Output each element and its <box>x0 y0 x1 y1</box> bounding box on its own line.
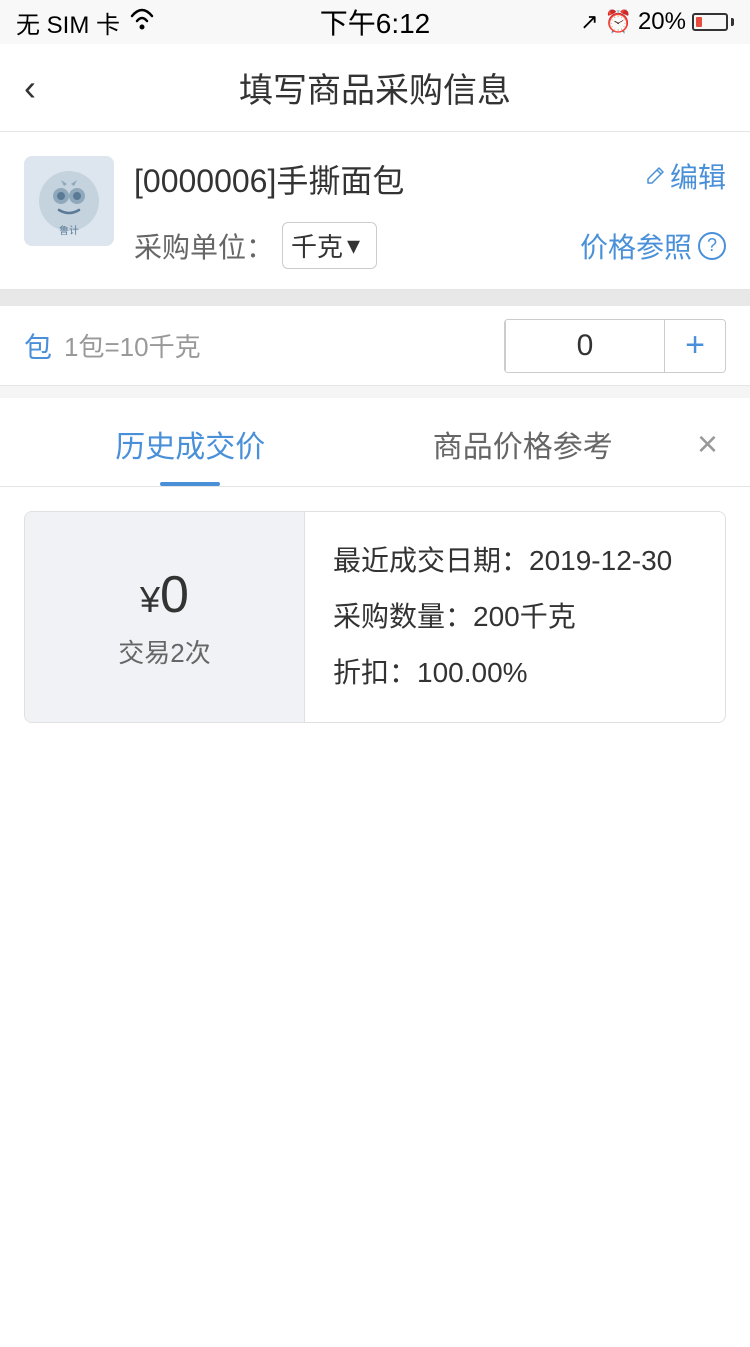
alarm-icon: ⏰ <box>605 9 632 35</box>
discount-label: 折扣： <box>333 657 417 688</box>
purchase-qty-value: 200千克 <box>473 601 576 632</box>
price-display: ¥0 <box>140 565 189 625</box>
product-info: [0000006]手撕面包 编辑 采购单位： 千克 ▾ 价格参照 ? <box>134 156 726 269</box>
tab-active-indicator <box>160 482 220 486</box>
tabs-section: 历史成交价 商品价格参考 × ¥0 交易2次 最近成交日期：2019-12-30… <box>0 398 750 747</box>
price-value: 0 <box>160 566 189 624</box>
unit-char: 包 <box>24 326 52 366</box>
chevron-down-icon: ▾ <box>347 230 360 261</box>
trade-count: 交易2次 <box>118 633 210 670</box>
status-right: ↗ ⏰ 20% <box>580 8 734 36</box>
quantity-control: + <box>504 319 726 373</box>
unit-select[interactable]: 千克 ▾ <box>282 222 377 269</box>
unit-label: 采购单位： 千克 ▾ <box>134 222 377 269</box>
page-header: ‹ 填写商品采购信息 <box>0 44 750 132</box>
product-logo-icon: 鲁计 <box>34 166 104 236</box>
close-button[interactable]: × <box>689 399 726 485</box>
discount-row: 折扣：100.00% <box>333 652 697 694</box>
edit-button[interactable]: 编辑 <box>644 156 726 196</box>
page-title: 填写商品采购信息 <box>239 63 511 112</box>
price-ref-button[interactable]: 价格参照 ? <box>580 226 726 266</box>
recent-date-value: 2019-12-30 <box>529 545 672 576</box>
tab-history-price[interactable]: 历史成交价 <box>24 398 356 486</box>
card-details: 最近成交日期：2019-12-30 采购数量：200千克 折扣：100.00% <box>305 512 725 722</box>
wifi-icon <box>128 8 156 37</box>
location-icon: ↗ <box>580 9 598 35</box>
svg-text:鲁计: 鲁计 <box>59 224 79 236</box>
status-left: 无 SIM 卡 <box>16 5 156 40</box>
product-name: [0000006]手撕面包 <box>134 156 404 202</box>
product-logo: 鲁计 <box>24 156 114 246</box>
currency-symbol: ¥ <box>140 579 160 620</box>
tab-content: ¥0 交易2次 最近成交日期：2019-12-30 采购数量：200千克 折扣：… <box>0 487 750 747</box>
card-price-summary: ¥0 交易2次 <box>25 512 305 722</box>
battery-pct: 20% <box>638 8 686 36</box>
product-section: 鲁计 [0000006]手撕面包 编辑 采购单位： 千克 ▾ <box>0 132 750 290</box>
section-divider <box>0 290 750 306</box>
quantity-plus-button[interactable]: + <box>665 320 725 372</box>
recent-date-label: 最近成交日期： <box>333 545 529 576</box>
discount-value: 100.00% <box>417 657 528 688</box>
battery-icon <box>692 13 734 31</box>
status-time: 下午6:12 <box>320 2 431 42</box>
quantity-input[interactable] <box>505 320 665 372</box>
info-icon: ? <box>698 232 726 260</box>
unit-info: 包 1包=10千克 <box>24 326 201 366</box>
tab-price-ref[interactable]: 商品价格参考 <box>356 398 688 486</box>
bottom-space <box>0 747 750 1347</box>
history-card: ¥0 交易2次 最近成交日期：2019-12-30 采购数量：200千克 折扣：… <box>24 511 726 723</box>
no-sim-text: 无 SIM 卡 <box>16 5 120 40</box>
tabs-header: 历史成交价 商品价格参考 × <box>0 398 750 487</box>
quantity-section: 包 1包=10千克 + <box>0 306 750 386</box>
edit-icon <box>644 165 666 187</box>
back-button[interactable]: ‹ <box>24 70 36 106</box>
unit-detail: 1包=10千克 <box>64 327 201 364</box>
purchase-qty-label: 采购数量： <box>333 601 473 632</box>
status-bar: 无 SIM 卡 下午6:12 ↗ ⏰ 20% <box>0 0 750 44</box>
purchase-qty-row: 采购数量：200千克 <box>333 596 697 638</box>
recent-date-row: 最近成交日期：2019-12-30 <box>333 540 697 582</box>
